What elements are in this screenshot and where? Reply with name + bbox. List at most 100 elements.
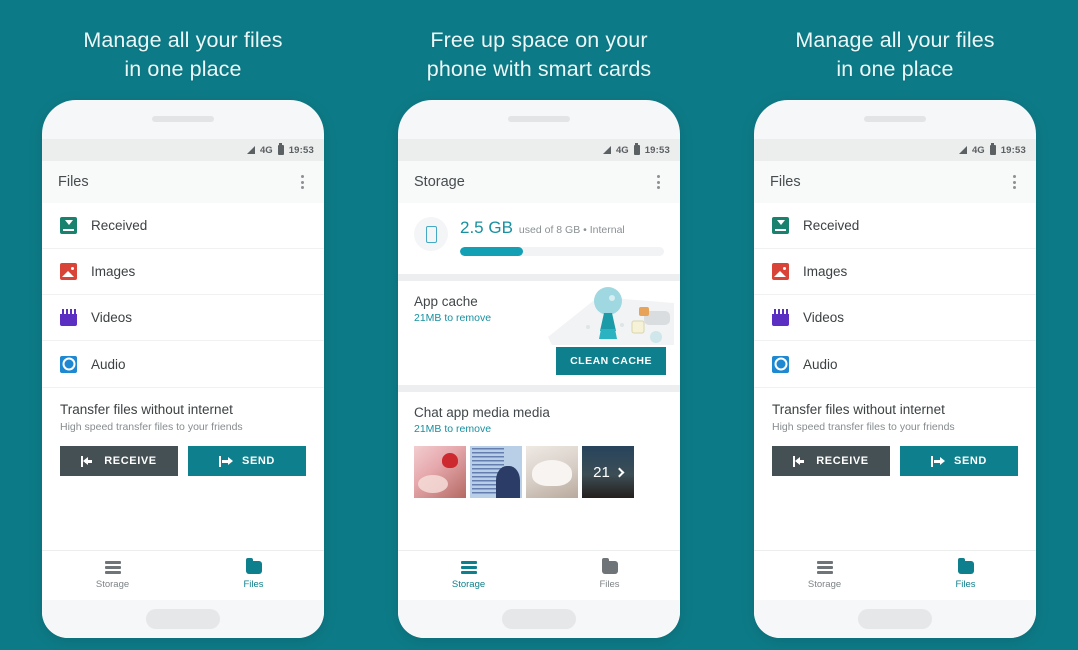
speaker-grille [508, 116, 570, 122]
clean-cache-button[interactable]: CLEAN CACHE [556, 347, 666, 375]
status-bar: 4G 19:53 [754, 139, 1036, 161]
white-fabric-photo[interactable] [526, 446, 578, 498]
arrow-right-icon [931, 455, 946, 467]
app-bar-title: Files [770, 174, 801, 190]
list-item[interactable]: Received [754, 203, 1036, 249]
nav-tab-label: Files [599, 579, 620, 590]
list-item[interactable]: Received [42, 203, 324, 249]
videos-icon [772, 309, 789, 326]
send-button[interactable]: SEND [188, 446, 306, 476]
nav-tab-files[interactable]: Files [183, 551, 324, 600]
app-bar: Files [42, 161, 324, 203]
kebab-menu-icon[interactable] [297, 171, 308, 193]
battery-icon [277, 143, 284, 155]
transfer-subtitle: High speed transfer files to your friend… [60, 421, 243, 433]
rose-hands-photo[interactable] [414, 446, 466, 498]
kebab-menu-icon[interactable] [1009, 171, 1020, 193]
blue-text-portrait-photo[interactable] [470, 446, 522, 498]
home-bar [754, 600, 1036, 638]
kebab-menu-icon[interactable] [653, 171, 664, 193]
nav-tab-storage[interactable]: Storage [398, 551, 539, 600]
receive-button[interactable]: RECEIVE [60, 446, 178, 476]
home-indicator[interactable] [146, 609, 220, 629]
nav-tab-label: Storage [95, 579, 130, 590]
list-item[interactable]: Videos [42, 295, 324, 341]
storage-icon [816, 561, 833, 574]
transfer-section: Transfer files without internet High spe… [42, 387, 324, 492]
receive-button-label: RECEIVE [816, 455, 869, 467]
nav-tab-label: Files [243, 579, 264, 590]
card-title: Chat app media media [414, 405, 550, 420]
file-category-list: Received Images Videos Audio [42, 203, 324, 387]
screen-body: 2.5 GB used of 8 GB • Internal App cache… [398, 203, 680, 550]
phone-screen: 4G 19:53 Files Received Images Videos Au… [42, 139, 324, 600]
list-item-label: Images [91, 264, 136, 279]
app-bar: Storage [398, 161, 680, 203]
phone-screen: 4G 19:53 Files Received Images Videos Au… [754, 139, 1036, 600]
clock-label: 19:53 [644, 144, 670, 156]
status-bar: 4G 19:53 [42, 139, 324, 161]
arrow-right-icon [219, 455, 234, 467]
home-indicator[interactable] [502, 609, 576, 629]
home-indicator[interactable] [858, 609, 932, 629]
transfer-section: Transfer files without internet High spe… [754, 387, 1036, 492]
signal-icon [603, 146, 611, 154]
folder-icon [245, 558, 262, 574]
home-bar [398, 600, 680, 638]
app-cache-card[interactable]: App cache 21MB to remove CLEAN CACHE [398, 281, 680, 385]
arrow-left-icon [793, 455, 807, 467]
app-bar-title: Storage [414, 174, 465, 190]
images-icon [60, 263, 77, 280]
promo-panel-3: Manage all your files in one place 4G 19… [730, 0, 1060, 650]
network-label: 4G [260, 144, 273, 156]
nav-tab-files[interactable]: Files [895, 551, 1036, 600]
phone-mockup: 4G 19:53 Storage 2.5 GB used of 8 GB • I… [398, 100, 680, 638]
usage-progress-track [460, 247, 664, 256]
arrow-left-icon [81, 455, 95, 467]
chat-media-card[interactable]: Chat app media media 21MB to remove 21 [398, 392, 680, 550]
send-button-label: SEND [954, 455, 987, 467]
list-item[interactable]: Images [42, 249, 324, 295]
list-item[interactable]: Videos [754, 295, 1036, 341]
network-label: 4G [616, 144, 629, 156]
home-bar [42, 600, 324, 638]
cityscape-photo[interactable]: 21 [582, 446, 634, 498]
nav-tab-storage[interactable]: Storage [754, 551, 895, 600]
more-media-overlay[interactable]: 21 [582, 446, 634, 498]
folder-icon [601, 558, 618, 574]
promo-panel-2: Free up space on your phone with smart c… [374, 0, 704, 650]
bottom-nav: Storage Files [398, 550, 680, 600]
list-item[interactable]: Audio [42, 341, 324, 387]
battery-icon [633, 143, 640, 155]
speaker-grille [864, 116, 926, 122]
received-icon [60, 217, 77, 234]
storage-usage-card[interactable]: 2.5 GB used of 8 GB • Internal [398, 203, 680, 274]
app-bar: Files [754, 161, 1036, 203]
battery-icon [989, 143, 996, 155]
nav-tab-label: Files [955, 579, 976, 590]
phone-mockup: 4G 19:53 Files Received Images Videos Au… [42, 100, 324, 638]
folder-icon [957, 558, 974, 574]
list-item-label: Videos [91, 310, 133, 325]
chevron-right-icon [614, 467, 625, 477]
more-media-count: 21 [593, 463, 610, 481]
list-item-label: Audio [803, 356, 838, 372]
receive-button[interactable]: RECEIVE [772, 446, 890, 476]
transfer-subtitle: High speed transfer files to your friend… [772, 421, 955, 433]
send-button[interactable]: SEND [900, 446, 1018, 476]
media-thumbnail-strip: 21 [414, 446, 664, 498]
speaker-grille [152, 116, 214, 122]
list-item-label: Received [91, 218, 148, 233]
clock-label: 19:53 [288, 144, 314, 156]
network-label: 4G [972, 144, 985, 156]
screen-body: Received Images Videos Audio Transfer fi… [754, 203, 1036, 550]
list-item-label: Received [803, 218, 860, 233]
nav-tab-label: Storage [451, 579, 486, 590]
list-item[interactable]: Audio [754, 341, 1036, 387]
list-item-label: Images [803, 264, 848, 279]
nav-tab-storage[interactable]: Storage [42, 551, 183, 600]
nav-tab-files[interactable]: Files [539, 551, 680, 600]
list-item-label: Audio [91, 356, 126, 372]
list-item[interactable]: Images [754, 249, 1036, 295]
clock-label: 19:53 [1000, 144, 1026, 156]
